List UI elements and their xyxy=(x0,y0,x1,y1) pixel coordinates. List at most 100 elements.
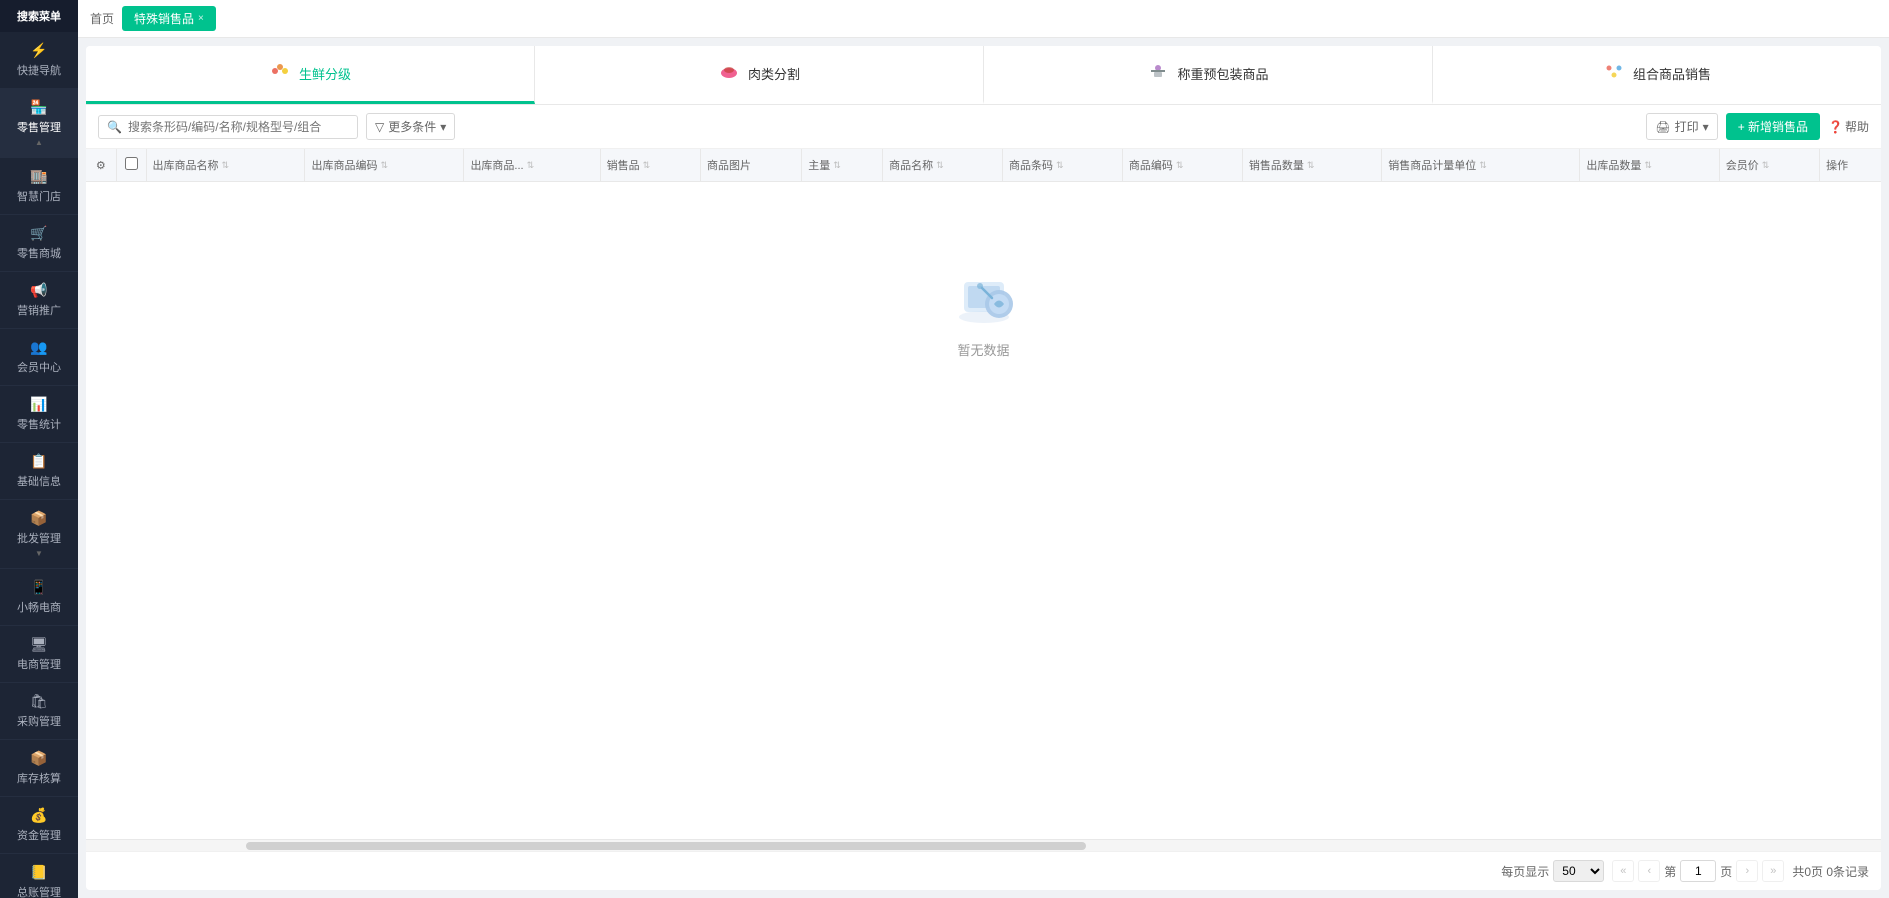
th-sales-qty: 销售品数量 ⇅ xyxy=(1242,149,1381,182)
sort-icon-6[interactable]: ⇅ xyxy=(936,160,944,171)
sidebar-item-retail-mall[interactable]: 🛒 零售商城 xyxy=(0,215,78,272)
tab-fresh-grade[interactable]: 生鲜分级 xyxy=(86,46,535,104)
horizontal-scrollbar[interactable] xyxy=(86,839,1881,851)
sidebar-item-mini-ecommerce[interactable]: 📱 小畅电商 xyxy=(0,569,78,626)
empty-text: 暂无数据 xyxy=(957,340,1009,359)
first-page-icon: « xyxy=(1620,865,1626,877)
sort-icon-9[interactable]: ⇅ xyxy=(1307,160,1315,171)
sidebar-item-smart-store[interactable]: 🏬 智慧门店 xyxy=(0,158,78,215)
th-checkbox[interactable] xyxy=(116,149,146,182)
retail-mgmt-icon: 🏪 xyxy=(30,99,47,116)
sidebar-item-label: 快捷导航 xyxy=(17,62,61,78)
sidebar-item-label: 总账管理 xyxy=(17,884,61,898)
sidebar-item-label: 电商管理 xyxy=(17,656,61,672)
next-page-button[interactable]: › xyxy=(1736,860,1758,882)
sort-icon-10[interactable]: ⇅ xyxy=(1479,160,1487,171)
th-out-product-x: 出库商品... ⇅ xyxy=(464,149,600,182)
sidebar-item-label: 会员中心 xyxy=(17,359,61,375)
th-operation: 操作 xyxy=(1820,149,1881,182)
sidebar-item-label: 小畅电商 xyxy=(17,599,61,615)
th-product-name: 商品名称 ⇅ xyxy=(883,149,1003,182)
scrollbar-thumb[interactable] xyxy=(246,842,1086,850)
add-sales-item-button[interactable]: + 新增销售品 xyxy=(1726,113,1820,140)
marketing-icon: 📢 xyxy=(30,282,47,299)
last-page-button[interactable]: » xyxy=(1762,860,1784,882)
prev-page-button[interactable]: ‹ xyxy=(1638,860,1660,882)
th-product-code: 商品编码 ⇅ xyxy=(1122,149,1242,182)
sort-icon[interactable]: ⇅ xyxy=(222,160,230,171)
active-tab[interactable]: 特殊销售品 × xyxy=(122,6,216,31)
sidebar-logo[interactable]: 搜索菜单 xyxy=(0,0,78,32)
sidebar: 搜索菜单 ⚡ 快捷导航 🏪 零售管理 ▲ 🏬 智慧门店 🛒 零售商城 📢 营销推… xyxy=(0,0,78,898)
sidebar-item-label: 库存核算 xyxy=(17,770,61,786)
print-icon: 🖨 xyxy=(1655,120,1670,134)
sidebar-item-label: 零售管理 xyxy=(17,119,61,135)
retail-mall-icon: 🛒 xyxy=(30,225,47,242)
sidebar-item-label: 基础信息 xyxy=(17,473,61,489)
page-suffix-label: 页 xyxy=(1720,863,1732,880)
sidebar-item-inventory[interactable]: 📦 库存核算 xyxy=(0,740,78,797)
per-page-dropdown[interactable]: 50 10 20 100 xyxy=(1553,860,1604,882)
sidebar-item-ecommerce-mgmt[interactable]: 🖥 电商管理 xyxy=(0,626,78,683)
meat-cut-icon xyxy=(718,60,740,87)
close-tab-button[interactable]: × xyxy=(198,13,204,24)
select-all-checkbox[interactable] xyxy=(125,157,138,170)
th-product-image: 商品图片 xyxy=(701,149,802,182)
retail-stats-icon: 📊 xyxy=(30,396,47,413)
tab-weight-pack[interactable]: 称重预包装商品 xyxy=(984,46,1433,104)
sidebar-item-retail-stats[interactable]: 📊 零售统计 xyxy=(0,386,78,443)
sort-icon-12[interactable]: ⇅ xyxy=(1762,160,1770,171)
filter-button[interactable]: ▽ 更多条件 ▾ xyxy=(366,113,455,140)
member-center-icon: 👥 xyxy=(30,339,47,356)
sort-icon-7[interactable]: ⇅ xyxy=(1056,160,1064,171)
total-records-text: 共0页 0条记录 xyxy=(1792,863,1869,880)
home-tab[interactable]: 首页 xyxy=(90,10,114,27)
th-gear[interactable]: ⚙ xyxy=(86,149,116,182)
sidebar-item-finance[interactable]: 💰 资金管理 xyxy=(0,797,78,854)
th-member-price: 会员价 ⇅ xyxy=(1719,149,1819,182)
sort-icon-5[interactable]: ⇅ xyxy=(833,160,841,171)
sidebar-item-label: 资金管理 xyxy=(17,827,61,843)
th-out-product-name: 出库商品名称 ⇅ xyxy=(146,149,305,182)
sidebar-item-wholesale[interactable]: 📦 批发管理 ▼ xyxy=(0,500,78,569)
sidebar-item-basic-info[interactable]: 📋 基础信息 xyxy=(0,443,78,500)
prev-page-icon: ‹ xyxy=(1647,865,1651,877)
finance-icon: 💰 xyxy=(30,807,47,824)
search-box[interactable]: 🔍 xyxy=(98,115,358,139)
fresh-grade-icon xyxy=(269,60,291,87)
sidebar-item-marketing[interactable]: 📢 营销推广 xyxy=(0,272,78,329)
sort-icon-11[interactable]: ⇅ xyxy=(1644,160,1652,171)
add-label: + 新增销售品 xyxy=(1738,118,1808,135)
sidebar-item-label: 批发管理 xyxy=(17,530,61,546)
filter-label: 更多条件 xyxy=(388,118,436,135)
ecommerce-mgmt-icon: 🖥 xyxy=(30,636,48,653)
table-body: 暂无数据 xyxy=(86,182,1881,440)
th-out-product-code: 出库商品编码 ⇅ xyxy=(305,149,464,182)
weight-pack-icon xyxy=(1147,60,1169,87)
sidebar-item-purchase[interactable]: 🛍 采购管理 xyxy=(0,683,78,740)
search-input[interactable] xyxy=(128,120,328,134)
sort-icon-8[interactable]: ⇅ xyxy=(1176,160,1184,171)
sort-icon-2[interactable]: ⇅ xyxy=(380,160,388,171)
sidebar-item-label: 采购管理 xyxy=(17,713,61,729)
category-tabs: 生鲜分级 肉类分割 称 xyxy=(86,46,1881,105)
sort-icon-3[interactable]: ⇅ xyxy=(527,160,535,171)
help-button[interactable]: ❓ 帮助 xyxy=(1828,118,1869,135)
page-number-input[interactable] xyxy=(1680,860,1716,882)
sidebar-item-retail-mgmt[interactable]: 🏪 零售管理 ▲ xyxy=(0,89,78,158)
tab-combo-sale[interactable]: 组合商品销售 xyxy=(1433,46,1881,104)
pagination: 每页显示 50 10 20 100 « ‹ 第 页 › xyxy=(86,851,1881,890)
sort-icon-4[interactable]: ⇅ xyxy=(643,160,651,171)
sidebar-item-general-ledger[interactable]: 📒 总账管理 xyxy=(0,854,78,898)
sidebar-item-member-center[interactable]: 👥 会员中心 xyxy=(0,329,78,386)
data-table: ⚙ 出库商品名称 ⇅ 出库商 xyxy=(86,149,1881,439)
tab-meat-cut[interactable]: 肉类分割 xyxy=(535,46,984,104)
first-page-button[interactable]: « xyxy=(1612,860,1634,882)
sidebar-item-quick-nav[interactable]: ⚡ 快捷导航 xyxy=(0,32,78,89)
print-button[interactable]: 🖨 打印 ▾ xyxy=(1646,113,1717,140)
combo-sale-icon xyxy=(1603,60,1625,87)
chevron-down-icon-2: ▼ xyxy=(35,549,43,558)
print-label: 打印 xyxy=(1675,118,1699,135)
per-page-label: 每页显示 xyxy=(1501,863,1549,880)
sidebar-item-label: 营销推广 xyxy=(17,302,61,318)
